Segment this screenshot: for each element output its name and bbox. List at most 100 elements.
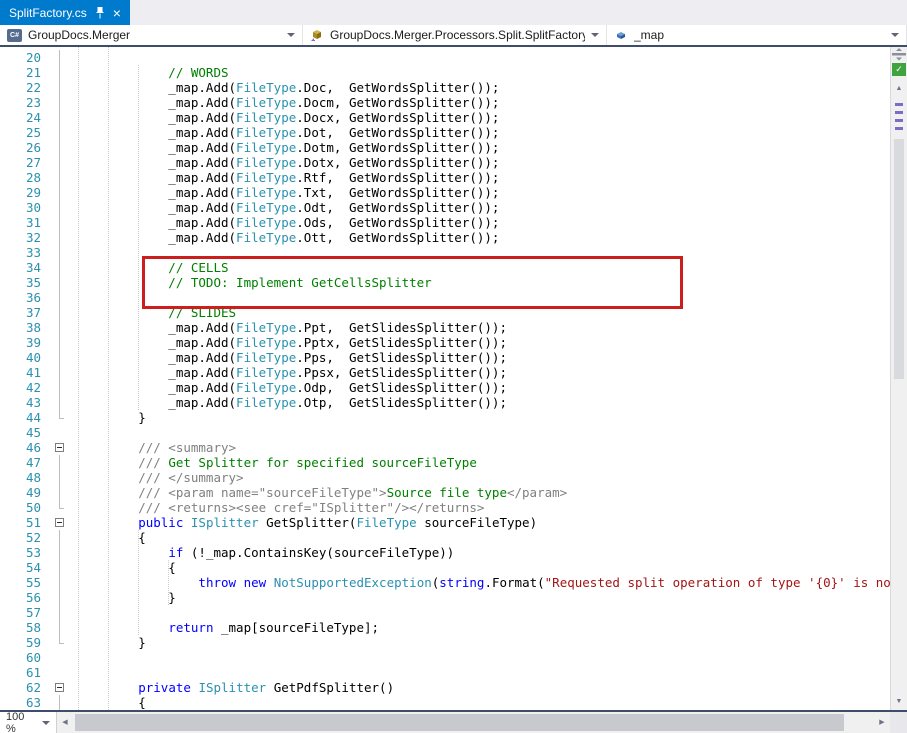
line-number: 56 — [25, 590, 41, 605]
code-line[interactable]: 52 { — [0, 530, 890, 545]
code-line[interactable]: 43 _map.Add(FileType.Otp, GetSlidesSplit… — [0, 395, 890, 410]
health-check-icon[interactable]: ✓ — [892, 63, 906, 76]
code-line[interactable]: 60 — [0, 650, 890, 665]
code-line[interactable]: 44 } — [0, 410, 890, 425]
code-line[interactable]: 24 _map.Add(FileType.Docx, GetWordsSplit… — [0, 110, 890, 125]
code-line[interactable]: 25 _map.Add(FileType.Dot, GetWordsSplitt… — [0, 125, 890, 140]
code-line[interactable]: 23 _map.Add(FileType.Docm, GetWordsSplit… — [0, 95, 890, 110]
vertical-scrollbar[interactable]: ✓ ▲ ▼ — [890, 47, 907, 710]
line-number: 35 — [25, 275, 41, 290]
code-line[interactable]: 56 } — [0, 590, 890, 605]
code-text: _map.Add(FileType.Doc, GetWordsSplitter(… — [78, 80, 500, 95]
code-line[interactable]: 63 { — [0, 695, 890, 710]
scroll-right-arrow[interactable]: ▶ — [874, 712, 890, 733]
code-line[interactable]: 58 return _map[sourceFileType]; — [0, 620, 890, 635]
code-line[interactable]: 38 _map.Add(FileType.Ppt, GetSlidesSplit… — [0, 320, 890, 335]
code-line[interactable]: 21 // WORDS — [0, 65, 890, 80]
collapse-toggle-icon[interactable] — [48, 440, 78, 455]
type-dropdown[interactable]: GroupDocs.Merger.Processors.Split.SplitF… — [303, 25, 607, 45]
code-line[interactable]: 49 /// <param name="sourceFileType">Sour… — [0, 485, 890, 500]
code-line[interactable]: 27 _map.Add(FileType.Dotx, GetWordsSplit… — [0, 155, 890, 170]
code-line[interactable]: 41 _map.Add(FileType.Ppsx, GetSlidesSpli… — [0, 365, 890, 380]
collapse-toggle-icon[interactable] — [48, 515, 78, 530]
code-line[interactable]: 50 /// <returns><see cref="ISplitter"/><… — [0, 500, 890, 515]
vertical-scrollbar-thumb[interactable] — [894, 139, 904, 379]
code-editor[interactable]: 20 21 // WORDS 22 _map.Add(FileType.Doc, G… — [0, 47, 907, 710]
line-number: 30 — [25, 200, 41, 215]
code-text: private ISplitter GetPdfSplitter() — [138, 680, 395, 695]
code-line[interactable]: 40 _map.Add(FileType.Pps, GetSlidesSplit… — [0, 350, 890, 365]
scrollbar-corner — [890, 712, 907, 733]
code-text: } — [78, 590, 176, 605]
code-text: _map.Add(FileType.Docm, GetWordsSplitter… — [78, 95, 500, 110]
outlining-margin — [48, 245, 78, 260]
pin-icon[interactable] — [95, 6, 105, 19]
code-line[interactable]: 22 _map.Add(FileType.Doc, GetWordsSplitt… — [0, 80, 890, 95]
line-number: 28 — [25, 170, 41, 185]
code-line[interactable]: 51 public ISplitter GetSplitter(FileType… — [0, 515, 890, 530]
scroll-up-arrow[interactable]: ▲ — [891, 82, 907, 96]
code-line[interactable]: 39 _map.Add(FileType.Pptx, GetSlidesSpli… — [0, 335, 890, 350]
code-line[interactable]: 47 /// Get Splitter for specified source… — [0, 455, 890, 470]
line-number: 38 — [25, 320, 41, 335]
code-line[interactable]: 29 _map.Add(FileType.Txt, GetWordsSplitt… — [0, 185, 890, 200]
project-dropdown-label: GroupDocs.Merger — [28, 28, 131, 42]
code-line[interactable]: 28 _map.Add(FileType.Rtf, GetWordsSplitt… — [0, 170, 890, 185]
outlining-margin — [48, 620, 78, 635]
outlining-margin — [48, 335, 78, 350]
code-line[interactable]: 31 _map.Add(FileType.Ods, GetWordsSplitt… — [0, 215, 890, 230]
code-line[interactable]: 55 throw new NotSupportedException(strin… — [0, 575, 890, 590]
code-line[interactable]: 57 — [0, 605, 890, 620]
line-number: 60 — [25, 650, 41, 665]
zoom-control[interactable]: 100 % — [0, 711, 57, 733]
scrollbar-marker — [895, 127, 903, 130]
tab-splitfactory[interactable]: SplitFactory.cs × — [0, 0, 130, 25]
horizontal-scrollbar-thumb[interactable] — [75, 714, 844, 731]
outlining-margin — [48, 410, 78, 425]
code-line[interactable]: 20 — [0, 50, 890, 65]
horizontal-scrollbar-track[interactable] — [73, 712, 874, 733]
scroll-left-arrow[interactable]: ◀ — [57, 712, 73, 733]
line-number: 57 — [25, 605, 41, 620]
line-number: 58 — [25, 620, 41, 635]
outlining-margin — [48, 545, 78, 560]
code-text: _map.Add(FileType.Pptx, GetSlidesSplitte… — [78, 335, 507, 350]
close-icon[interactable]: × — [113, 6, 121, 20]
code-line[interactable]: 42 _map.Add(FileType.Odp, GetSlidesSplit… — [0, 380, 890, 395]
code-line[interactable]: 59 } — [0, 635, 890, 650]
code-line[interactable]: 53 if (!_map.ContainsKey(sourceFileType)… — [0, 545, 890, 560]
code-line[interactable]: 48 /// </summary> — [0, 470, 890, 485]
outlining-margin — [48, 575, 78, 590]
line-number: 31 — [25, 215, 41, 230]
scroll-down-arrow[interactable]: ▼ — [891, 695, 907, 709]
code-line[interactable]: 46 /// <summary> — [0, 440, 890, 455]
outlining-margin — [48, 125, 78, 140]
code-text: _map.Add(FileType.Otp, GetSlidesSplitter… — [78, 395, 507, 410]
code-line[interactable]: 26 _map.Add(FileType.Dotm, GetWordsSplit… — [0, 140, 890, 155]
scrollbar-marker — [895, 119, 903, 122]
code-line[interactable]: 45 — [0, 425, 890, 440]
code-text: /// <returns><see cref="ISplitter"/></re… — [78, 500, 485, 515]
field-icon — [614, 28, 628, 42]
line-number: 51 — [25, 515, 41, 530]
splitter-handle-icon[interactable] — [892, 48, 906, 61]
outlining-margin — [48, 380, 78, 395]
member-dropdown[interactable]: _map — [607, 25, 907, 45]
horizontal-scrollbar[interactable]: ◀ ▶ — [57, 712, 890, 733]
outlining-margin — [48, 185, 78, 200]
scrollbar-marker — [895, 103, 903, 106]
line-number: 44 — [25, 410, 41, 425]
code-text: _map.Add(FileType.Docx, GetWordsSplitter… — [78, 110, 500, 125]
outlining-margin — [48, 215, 78, 230]
code-line[interactable]: 32 _map.Add(FileType.Ott, GetWordsSplitt… — [0, 230, 890, 245]
code-line[interactable]: 30 _map.Add(FileType.Odt, GetWordsSplitt… — [0, 200, 890, 215]
code-line[interactable]: 61 — [0, 665, 890, 680]
line-number: 53 — [25, 545, 41, 560]
code-text: } — [78, 410, 146, 425]
code-line[interactable]: 54 { — [0, 560, 890, 575]
project-dropdown[interactable]: C# GroupDocs.Merger — [0, 25, 303, 45]
code-line[interactable]: 62 private ISplitter GetPdfSplitter() — [0, 680, 890, 695]
line-number: 48 — [25, 470, 41, 485]
collapse-toggle-icon[interactable] — [48, 680, 78, 695]
code-lines[interactable]: 20 21 // WORDS 22 _map.Add(FileType.Doc, G… — [0, 47, 890, 710]
